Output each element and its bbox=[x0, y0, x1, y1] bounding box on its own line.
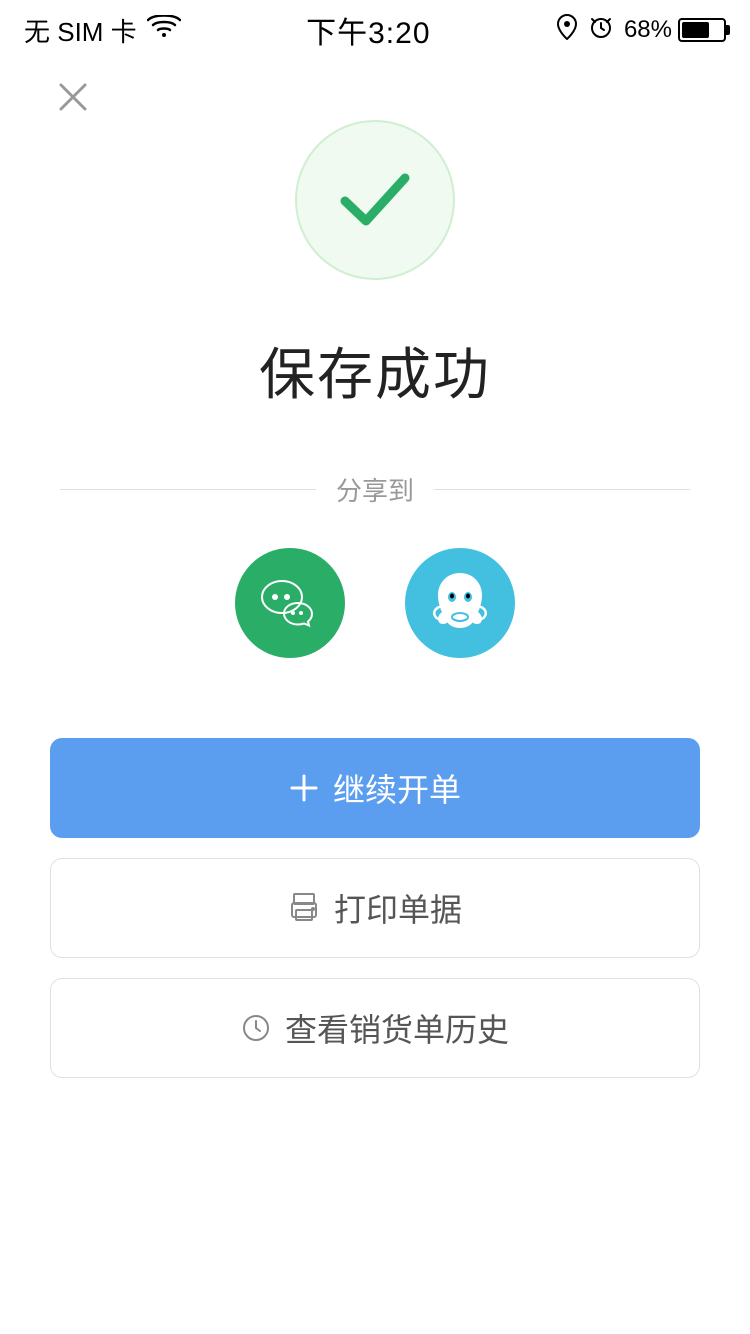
status-bar: 无 SIM 卡 下午3:20 68% bbox=[0, 0, 750, 60]
location-icon bbox=[556, 14, 578, 47]
share-section: 分享到 bbox=[0, 471, 750, 658]
share-divider-row: 分享到 bbox=[0, 471, 750, 508]
continue-label: 继续开单 bbox=[333, 765, 461, 811]
wifi-icon bbox=[147, 15, 181, 46]
wechat-share-button[interactable] bbox=[235, 548, 345, 658]
success-circle bbox=[295, 120, 455, 280]
history-label: 查看销货单历史 bbox=[285, 1005, 509, 1051]
alarm-icon bbox=[588, 14, 614, 47]
wechat-icon bbox=[260, 577, 320, 629]
battery-icon bbox=[678, 18, 726, 42]
share-label: 分享到 bbox=[316, 471, 434, 508]
checkmark-icon bbox=[330, 153, 420, 248]
print-button[interactable]: 打印单据 bbox=[50, 858, 700, 958]
divider-right bbox=[434, 489, 690, 490]
close-button[interactable] bbox=[48, 72, 98, 122]
plus-icon bbox=[289, 773, 319, 803]
qq-icon bbox=[431, 569, 489, 637]
main-content: 保存成功 分享到 bbox=[0, 60, 750, 1078]
carrier-text: 无 SIM 卡 bbox=[24, 12, 137, 49]
status-icons: 68% bbox=[556, 14, 726, 47]
battery-percent: 68% bbox=[624, 16, 672, 44]
print-label: 打印单据 bbox=[334, 885, 462, 931]
battery-indicator: 68% bbox=[624, 16, 726, 44]
status-carrier: 无 SIM 卡 bbox=[24, 12, 181, 49]
divider-left bbox=[60, 489, 316, 490]
share-icons-row bbox=[235, 548, 515, 658]
qq-share-button[interactable] bbox=[405, 548, 515, 658]
clock-icon bbox=[241, 1013, 271, 1043]
status-time: 下午3:20 bbox=[306, 8, 430, 52]
continue-button[interactable]: 继续开单 bbox=[50, 738, 700, 838]
success-title: 保存成功 bbox=[259, 330, 491, 411]
printer-icon bbox=[288, 893, 320, 923]
actions-section: 继续开单 打印单据 查看销货单历史 bbox=[0, 738, 750, 1078]
history-button[interactable]: 查看销货单历史 bbox=[50, 978, 700, 1078]
